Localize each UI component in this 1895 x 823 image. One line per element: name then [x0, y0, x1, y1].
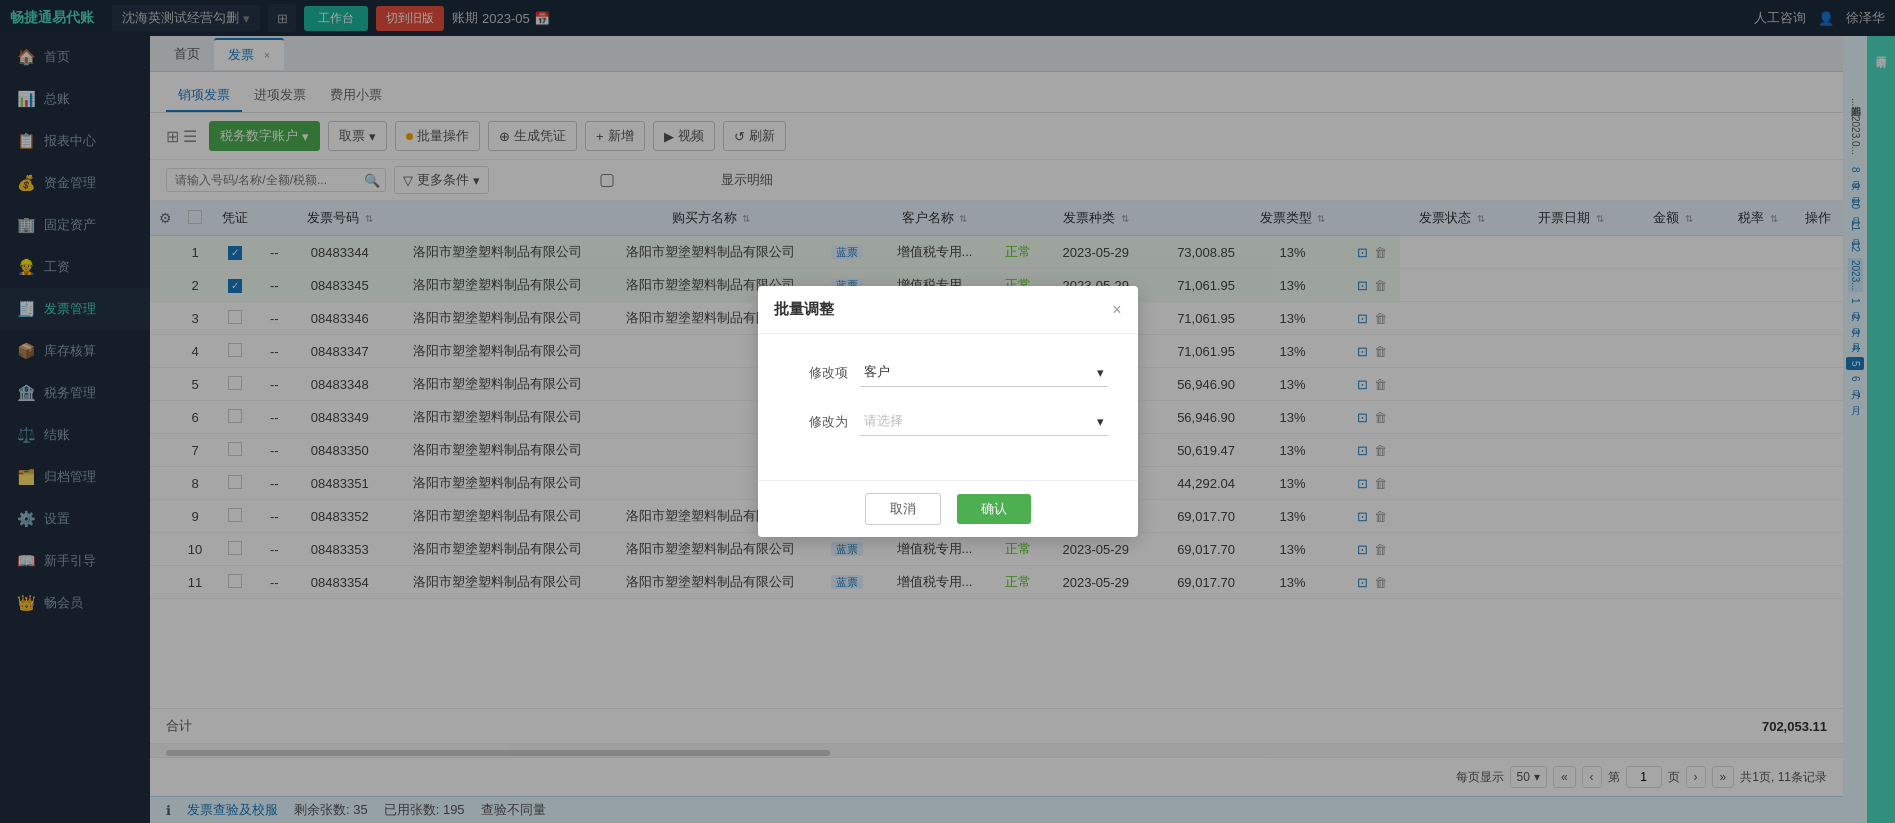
modify-item-row: 修改项 客户 ▾ [788, 358, 1108, 387]
confirm-button[interactable]: 确认 [957, 494, 1031, 524]
modal-title: 批量调整 [774, 300, 834, 319]
modify-to-row: 修改为 请选择 ▾ [788, 407, 1108, 436]
modal-close-btn[interactable]: × [1112, 301, 1121, 319]
batch-adjust-modal: 批量调整 × 修改项 客户 ▾ 修改为 请选择 ▾ 取消 确认 [758, 286, 1138, 537]
modify-to-select[interactable]: 请选择 ▾ [860, 407, 1108, 436]
modal-overlay: 批量调整 × 修改项 客户 ▾ 修改为 请选择 ▾ 取消 确认 [0, 0, 1895, 823]
modify-item-select[interactable]: 客户 ▾ [860, 358, 1108, 387]
modal-footer: 取消 确认 [758, 480, 1138, 537]
modal-body: 修改项 客户 ▾ 修改为 请选择 ▾ [758, 334, 1138, 480]
modal-header: 批量调整 × [758, 286, 1138, 334]
modify-item-dropdown-icon: ▾ [1097, 365, 1104, 380]
modify-to-dropdown-icon: ▾ [1097, 414, 1104, 429]
cancel-button[interactable]: 取消 [865, 493, 941, 525]
modify-to-label: 修改为 [788, 413, 848, 431]
modify-to-placeholder: 请选择 [864, 412, 903, 430]
modify-item-label: 修改项 [788, 364, 848, 382]
